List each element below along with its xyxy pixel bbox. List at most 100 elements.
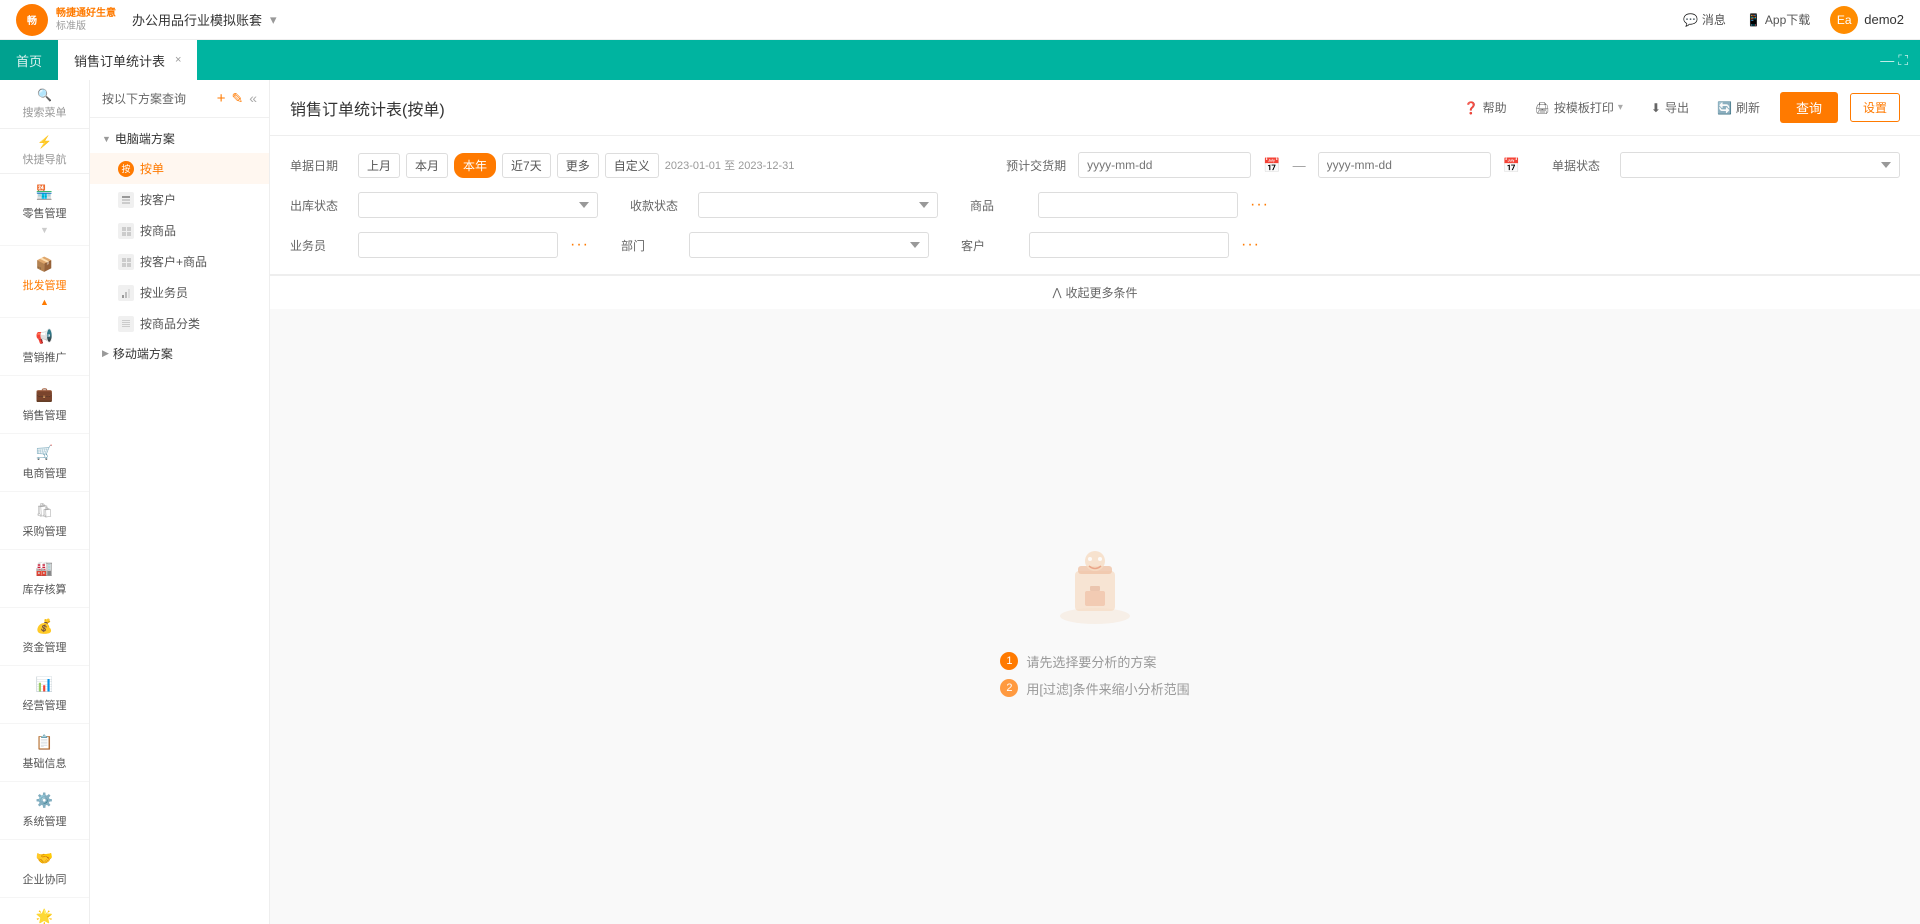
customer-input[interactable] (1029, 232, 1229, 258)
sidebar-item-purchase[interactable]: 🛍 采购管理 (0, 492, 89, 550)
print-btn[interactable]: 🖨 按模板打印 ▾ (1527, 95, 1631, 120)
wholesale-icon: 📦 (36, 256, 53, 273)
filter-row-2: 出库状态 收款状态 商品 ··· (290, 192, 1900, 218)
custom-btn[interactable]: 自定义 (605, 153, 659, 178)
refresh-btn[interactable]: 🔄 刷新 (1709, 95, 1768, 120)
right-content: 销售订单统计表(按单) ❓ 帮助 🖨 按模板打印 ▾ ⬇ 导出 (270, 80, 1920, 924)
add-scheme-icon[interactable]: + (217, 90, 226, 107)
sidebar-item-wholesale[interactable]: 📦 批发管理 ▲ (0, 246, 89, 318)
sidebar-quick-nav[interactable]: ⚡ 快捷导航 (0, 129, 89, 174)
sidebar-search[interactable]: 🔍 搜索菜单 (0, 80, 89, 129)
sidebar-item-retail[interactable]: 🏪 零售管理 ▼ (0, 174, 89, 246)
quick-nav-icon: ⚡ (37, 135, 52, 149)
scheme-by-order[interactable]: 按 按单 (90, 153, 269, 184)
search-icon: 🔍 (37, 88, 52, 102)
system-icon: ⚙️ (36, 792, 53, 809)
tab-sales-order-stats[interactable]: 销售订单统计表 × (58, 40, 197, 80)
scheme-salesman-icon (118, 285, 134, 301)
prev-month-btn[interactable]: 上月 (358, 153, 400, 178)
sidebar: 🔍 搜索菜单 ⚡ 快捷导航 🏪 零售管理 ▼ 📦 批发管理 ▲ 📢 营销推广 💼… (0, 80, 90, 924)
sidebar-item-ops[interactable]: 📊 经营管理 (0, 666, 89, 724)
product-input[interactable] (1038, 192, 1238, 218)
help-btn[interactable]: ❓ 帮助 (1456, 95, 1515, 120)
brand-edition: 标准版 (56, 20, 116, 33)
sidebar-item-finance[interactable]: 💰 资金管理 (0, 608, 89, 666)
nav-tab-actions: — ⛶ (1880, 52, 1920, 69)
collapse-filter-btn[interactable]: ⋀ 收起更多条件 (270, 275, 1920, 309)
ops-icon: 📊 (36, 676, 53, 693)
more-btn[interactable]: 更多 (557, 153, 599, 178)
sidebar-item-ecom[interactable]: 🛒 电商管理 (0, 434, 89, 492)
7days-btn[interactable]: 近7天 (502, 153, 551, 178)
dept-label: 部门 (621, 237, 677, 254)
sidebar-item-system[interactable]: ⚙️ 系统管理 (0, 782, 89, 840)
window-min-icon[interactable]: — (1880, 52, 1894, 68)
sidebar-item-inventory[interactable]: 🏭 库存核算 (0, 550, 89, 608)
print-icon: 🖨 (1535, 101, 1550, 115)
window-max-icon[interactable]: ⛶ (1898, 52, 1908, 69)
scheme-by-product[interactable]: 按商品 (90, 215, 269, 246)
top-bar: 畅 畅捷通好生意 标准版 办公用品行业模拟账套 ▾ 💬 消息 📱 App下载 E… (0, 0, 1920, 40)
out-status-select[interactable] (358, 192, 598, 218)
username: demo2 (1864, 12, 1904, 27)
receipt-status-select[interactable] (698, 192, 938, 218)
product-label: 商品 (970, 197, 1026, 214)
avatar: Ea (1830, 6, 1858, 34)
top-bar-left: 畅 畅捷通好生意 标准版 办公用品行业模拟账套 ▾ (16, 4, 277, 36)
empty-illustration (1045, 536, 1145, 636)
scheme-by-cust-prod[interactable]: 按客户+商品 (90, 246, 269, 277)
empty-tip-2: 2 用[过滤]条件来缩小分析范围 (1000, 679, 1189, 698)
sidebar-item-sales[interactable]: 💼 销售管理 (0, 376, 89, 434)
order-status-select[interactable] (1620, 152, 1900, 178)
print-dropdown-icon: ▾ (1618, 102, 1623, 113)
sidebar-item-marketing[interactable]: 📢 营销推广 (0, 318, 89, 376)
query-button[interactable]: 查询 (1780, 92, 1838, 123)
salesman-input[interactable] (358, 232, 558, 258)
chevron-down-icon: ▼ (40, 225, 49, 235)
date-sep: — (1293, 158, 1306, 173)
close-tab-icon[interactable]: × (175, 54, 181, 66)
scheme-group-mobile-header[interactable]: ▶ 移动端方案 (90, 339, 269, 368)
finance-icon: 💰 (36, 618, 53, 635)
empty-tips: 1 请先选择要分析的方案 2 用[过滤]条件来缩小分析范围 (1000, 652, 1189, 698)
message-icon: 💬 (1683, 13, 1698, 27)
product-more-icon[interactable]: ··· (1250, 196, 1269, 214)
scheme-product-icon (118, 223, 134, 239)
tab-home[interactable]: 首页 (0, 40, 58, 80)
scheme-by-category[interactable]: 按商品分类 (90, 308, 269, 339)
salesman-more-icon[interactable]: ··· (570, 236, 589, 254)
scheme-category-icon (118, 316, 134, 332)
sidebar-item-newbie[interactable]: 🌟 新手引导 (0, 898, 89, 924)
user-menu[interactable]: Ea demo2 (1830, 6, 1904, 34)
brand-name: 畅捷通好生意 (56, 7, 116, 20)
scheme-by-customer[interactable]: 按客户 (90, 184, 269, 215)
app-logo: 畅 (16, 4, 48, 36)
app-title-dropdown-icon[interactable]: ▾ (270, 12, 277, 28)
tip-2-num: 2 (1000, 679, 1018, 697)
export-btn[interactable]: ⬇ 导出 (1643, 95, 1697, 120)
chevron-up-icon: ▲ (40, 297, 49, 307)
settings-button[interactable]: 设置 (1850, 93, 1900, 122)
scheme-group-pc-header[interactable]: ▼ 电脑端方案 (90, 124, 269, 153)
customer-more-icon[interactable]: ··· (1241, 236, 1260, 254)
edit-scheme-icon[interactable]: ✎ (231, 90, 243, 107)
triangle-right-icon: ▶ (102, 348, 109, 359)
expected-date-label: 预计交货期 (1006, 157, 1066, 174)
collapse-panel-icon[interactable]: « (249, 90, 257, 107)
dept-select[interactable] (689, 232, 929, 258)
app-download-btn[interactable]: 📱 App下载 (1746, 11, 1810, 28)
top-bar-right: 💬 消息 📱 App下载 Ea demo2 (1683, 6, 1904, 34)
expected-date-start-input[interactable] (1078, 152, 1251, 178)
out-status-label: 出库状态 (290, 197, 346, 214)
expected-date-end-input[interactable] (1318, 152, 1491, 178)
cur-year-btn[interactable]: 本年 (454, 153, 496, 178)
calendar-end-icon[interactable]: 📅 (1503, 157, 1520, 174)
calendar-start-icon[interactable]: 📅 (1263, 157, 1280, 174)
cur-month-btn[interactable]: 本月 (406, 153, 448, 178)
message-btn[interactable]: 💬 消息 (1683, 11, 1726, 28)
retail-icon: 🏪 (36, 184, 53, 201)
sidebar-item-corp[interactable]: 🤝 企业协同 (0, 840, 89, 898)
scheme-by-salesman[interactable]: 按业务员 (90, 277, 269, 308)
sidebar-item-basic[interactable]: 📋 基础信息 (0, 724, 89, 782)
scheme-cust-prod-icon (118, 254, 134, 270)
